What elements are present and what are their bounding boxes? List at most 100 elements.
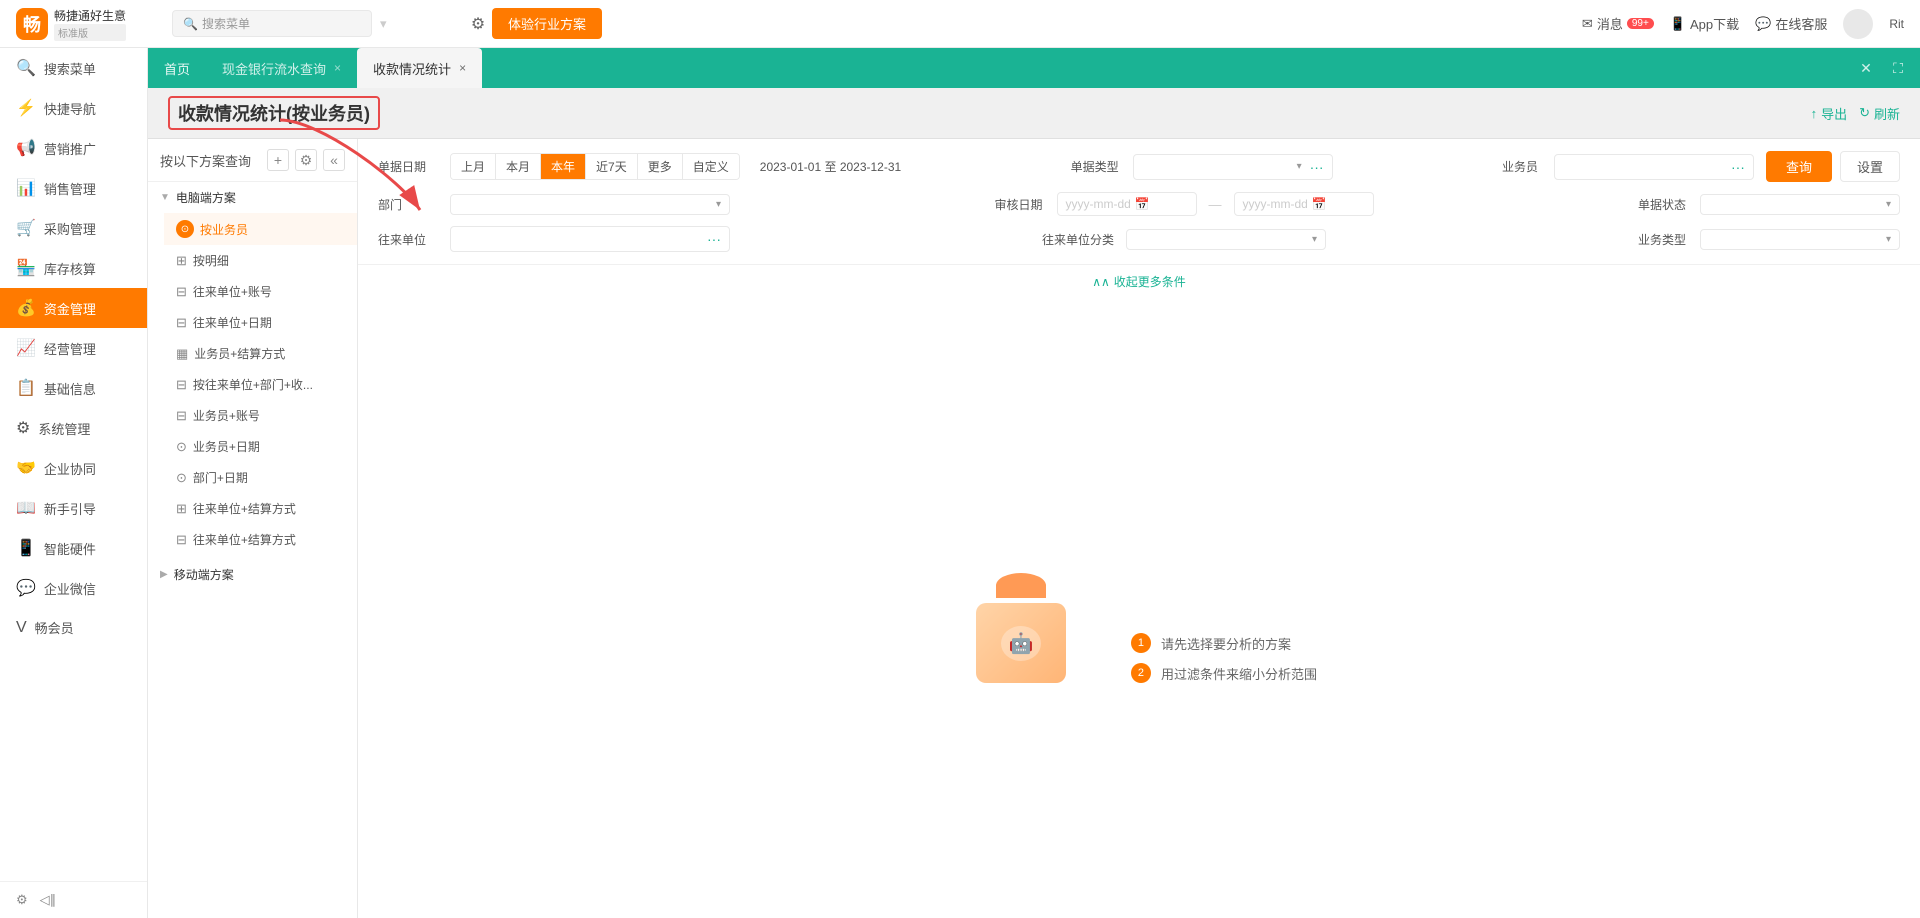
trial-button[interactable]: 体验行业方案: [492, 8, 602, 39]
dept-select[interactable]: ▾: [450, 194, 730, 215]
calendar-end-icon[interactable]: 📅: [1312, 197, 1327, 211]
sidebar-item-guide[interactable]: 📖 新手引导: [0, 488, 147, 528]
sidebar-item-quick-nav[interactable]: ⚡ 快捷导航: [0, 88, 147, 128]
add-scheme-btn[interactable]: +: [267, 149, 289, 171]
partner-more-btn[interactable]: ···: [707, 231, 721, 247]
sidebar-item-purchase[interactable]: 🛒 采购管理: [0, 208, 147, 248]
tree-item-detail[interactable]: ⊞ 按明细: [164, 245, 357, 276]
logo-area: 畅 畅捷通好生意 标准版: [16, 7, 164, 41]
sidebar-collapse-icon[interactable]: ◁∥: [40, 892, 57, 908]
quick-nav-icon: ⚡: [16, 98, 36, 118]
refresh-icon: ↻: [1859, 105, 1870, 121]
refresh-button[interactable]: ↻ 刷新: [1859, 104, 1900, 123]
tree-item-partner-settle1[interactable]: ⊞ 往来单位+结算方式: [164, 493, 357, 524]
main-wrapper: 首页 现金银行流水查询 × 收款情况统计 × ✕ ⛶ 收款情况统计(按业务员) …: [148, 48, 1920, 918]
header-search-area: 🔍 搜索菜单 ▾: [172, 10, 452, 37]
biz-type-select[interactable]: ▾: [1700, 229, 1900, 250]
settings-button[interactable]: 设置: [1840, 151, 1900, 182]
mobile-group-expand-icon: ▶: [160, 569, 168, 580]
tab-close-window-btn[interactable]: ✕: [1852, 54, 1880, 82]
sidebar-item-finance[interactable]: 💰 资金管理: [0, 288, 147, 328]
date-tab-7days[interactable]: 近7天: [586, 154, 638, 179]
tab-collection-stats[interactable]: 收款情况统计 ×: [357, 48, 482, 88]
partner-settle2-icon: ⊟: [176, 532, 187, 548]
tab-actions: ✕ ⛶: [1844, 54, 1920, 82]
search-dropdown-icon[interactable]: ▾: [380, 16, 387, 32]
sidebar-item-vip[interactable]: V 畅会员: [0, 608, 147, 647]
tab-home[interactable]: 首页: [148, 48, 206, 88]
partner-settle1-icon: ⊞: [176, 501, 187, 517]
mobile-group[interactable]: ▶ 移动端方案: [148, 559, 357, 590]
dept-label: 部门: [378, 196, 438, 213]
review-date-start[interactable]: yyyy-mm-dd 📅: [1057, 192, 1197, 216]
voucher-type-select[interactable]: ▾ ···: [1133, 154, 1333, 180]
app-download-item[interactable]: 📱 App下载: [1670, 14, 1739, 33]
collapse-bar[interactable]: ∧∧ 收起更多条件: [358, 265, 1920, 298]
sidebar-item-search[interactable]: 🔍 搜索菜单: [0, 48, 147, 88]
voucher-type-label: 单据类型: [1071, 158, 1121, 175]
tree-item-salesperson-account[interactable]: ⊟ 业务员+账号: [164, 400, 357, 431]
sidebar-item-operations[interactable]: 📈 经营管理: [0, 328, 147, 368]
logo-text: 畅捷通好生意 标准版: [54, 7, 126, 41]
sidebar-item-wechat[interactable]: 💬 企业微信: [0, 568, 147, 608]
collapse-panel-btn[interactable]: «: [323, 149, 345, 171]
sales-icon: 📊: [16, 178, 36, 198]
date-tab-last-month[interactable]: 上月: [451, 154, 496, 179]
online-service-item[interactable]: 💬 在线客服: [1755, 14, 1827, 33]
partner-select[interactable]: ···: [450, 226, 730, 252]
gear-settings[interactable]: ⚙: [464, 10, 492, 38]
page-header: 收款情况统计(按业务员) ↑ 导出 ↻ 刷新: [148, 88, 1920, 139]
tab-maximize-btn[interactable]: ⛶: [1884, 54, 1912, 82]
sidebar-item-basic-info[interactable]: 📋 基础信息: [0, 368, 147, 408]
active-dot: ⊙: [176, 220, 194, 238]
tree-item-partner-date[interactable]: ⊟ 往来单位+日期: [164, 307, 357, 338]
collapse-up-icon: ∧∧: [1092, 275, 1110, 289]
user-avatar[interactable]: [1843, 9, 1873, 39]
sidebar-item-sales[interactable]: 📊 销售管理: [0, 168, 147, 208]
message-item[interactable]: ✉ 消息 99+: [1582, 14, 1654, 33]
tree-item-salesperson-date[interactable]: ⊙ 业务员+日期: [164, 431, 357, 462]
sidebar-item-marketing[interactable]: 📢 营销推广: [0, 128, 147, 168]
dept-chevron: ▾: [716, 199, 721, 210]
review-date-end[interactable]: yyyy-mm-dd 📅: [1234, 192, 1374, 216]
filter-actions: 查询 设置: [1766, 151, 1900, 182]
scheme-settings-btn[interactable]: ⚙: [295, 149, 317, 171]
tab2-close-icon[interactable]: ×: [459, 61, 466, 75]
sidebar-settings-icon[interactable]: ⚙: [16, 892, 28, 908]
partner-account-icon: ⊟: [176, 284, 187, 300]
voucher-status-select[interactable]: ▾: [1700, 194, 1900, 215]
salesperson-settle-icon: ▦: [176, 346, 188, 362]
tree-item-partner-settle2[interactable]: ⊟ 往来单位+结算方式: [164, 524, 357, 555]
tree-item-dept-date[interactable]: ⊙ 部门+日期: [164, 462, 357, 493]
date-tab-this-year[interactable]: 本年: [541, 154, 586, 179]
desktop-group[interactable]: ▼ 电脑端方案: [148, 182, 357, 213]
date-tab-this-month[interactable]: 本月: [496, 154, 541, 179]
date-tab-custom[interactable]: 自定义: [683, 154, 739, 179]
query-button[interactable]: 查询: [1766, 151, 1832, 182]
partner-category-chevron: ▾: [1312, 234, 1317, 245]
tree-item-salesperson[interactable]: ⊙ 按业务员: [164, 213, 357, 245]
search-box[interactable]: 🔍 搜索菜单: [172, 10, 372, 37]
calendar-start-icon[interactable]: 📅: [1135, 197, 1150, 211]
empty-step-2: 2 用过滤条件来缩小分析范围: [1131, 663, 1317, 683]
tab1-close-icon[interactable]: ×: [334, 61, 341, 75]
tree-item-salesperson-settle[interactable]: ▦ 业务员+结算方式: [164, 338, 357, 369]
date-tab-more[interactable]: 更多: [638, 154, 683, 179]
tree-item-partner-account[interactable]: ⊟ 往来单位+账号: [164, 276, 357, 307]
salesperson-select[interactable]: ···: [1554, 154, 1754, 180]
export-button[interactable]: ↑ 导出: [1811, 104, 1848, 123]
tree-item-partner-dept[interactable]: ⊟ 按往来单位+部门+收...: [164, 369, 357, 400]
sidebar-item-hardware[interactable]: 📱 智能硬件: [0, 528, 147, 568]
empty-content: 🤖 1 请先选择要分析的方案 2 用过滤条件来缩小分析范围: [961, 573, 1317, 683]
partner-category-select[interactable]: ▾: [1126, 229, 1326, 250]
date-label: 单据日期: [378, 158, 438, 175]
sidebar-item-enterprise[interactable]: 🤝 企业协同: [0, 448, 147, 488]
voucher-status-label: 单据状态: [1638, 196, 1688, 213]
header-right: ✉ 消息 99+ 📱 App下载 💬 在线客服 Rit: [1582, 9, 1904, 39]
sidebar-item-inventory[interactable]: 🏪 库存核算: [0, 248, 147, 288]
operations-icon: 📈: [16, 338, 36, 358]
salesperson-more[interactable]: ···: [1731, 159, 1745, 175]
tab-bank-flow[interactable]: 现金银行流水查询 ×: [206, 48, 357, 88]
voucher-type-more[interactable]: ···: [1310, 159, 1324, 175]
sidebar-item-system[interactable]: ⚙ 系统管理: [0, 408, 147, 448]
